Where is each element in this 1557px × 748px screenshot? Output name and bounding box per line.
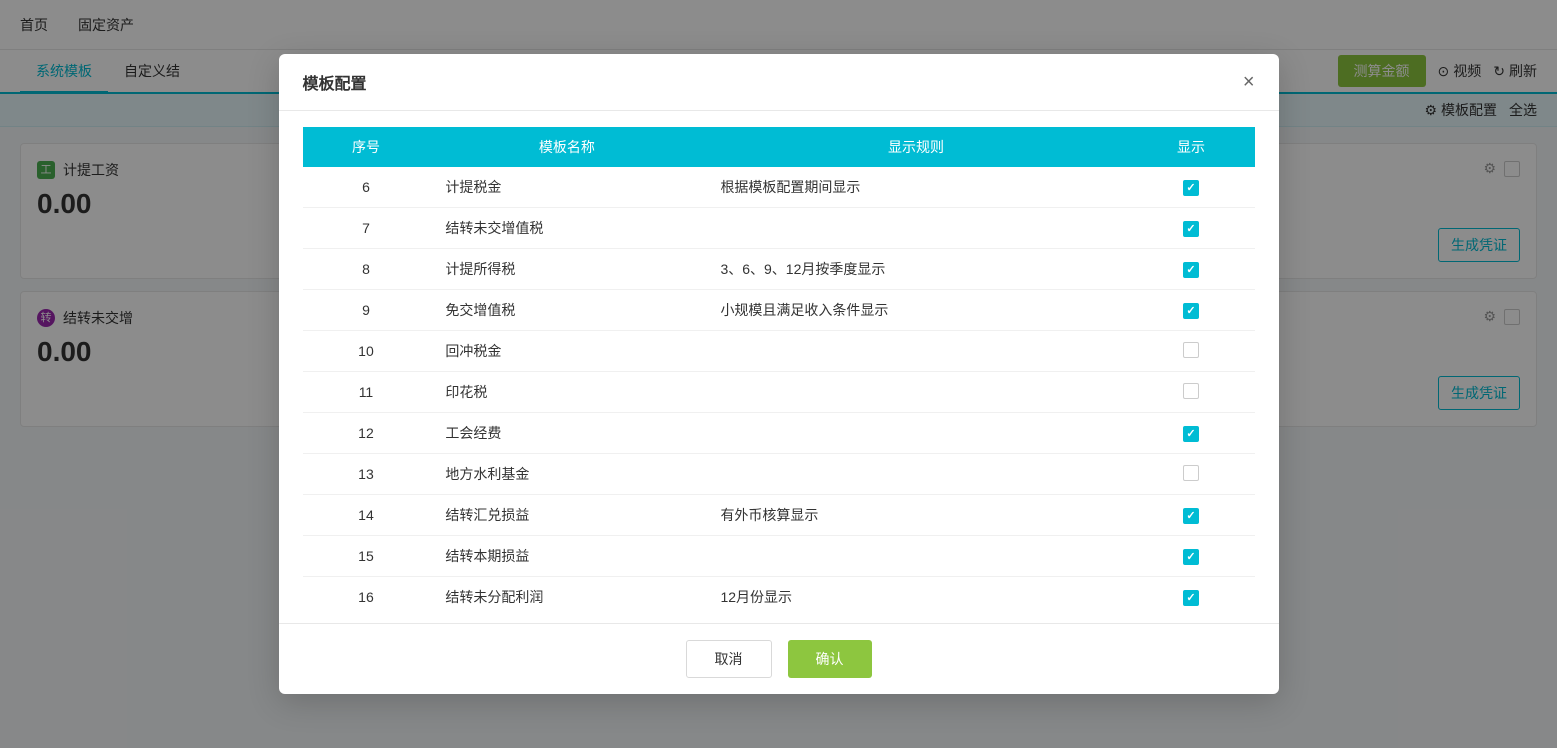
- table-row: 9免交增值税小规模且满足收入条件显示: [303, 290, 1255, 331]
- table-scroll-container[interactable]: 序号 模板名称 显示规则 显示 6计提税金根据模板配置期间显示7结转未交增值税8…: [303, 127, 1255, 607]
- row-rule-7: [704, 208, 1127, 249]
- row-name-7: 结转未交增值税: [429, 208, 704, 249]
- checkbox-checked-8[interactable]: [1183, 262, 1199, 278]
- checkbox-checked-9[interactable]: [1183, 303, 1199, 319]
- row-name-10: 回冲税金: [429, 331, 704, 372]
- row-check-12[interactable]: [1128, 413, 1255, 454]
- checkbox-checked-7[interactable]: [1183, 221, 1199, 237]
- col-header-show: 显示: [1128, 127, 1255, 167]
- row-rule-12: [704, 413, 1127, 454]
- row-check-8[interactable]: [1128, 249, 1255, 290]
- row-name-6: 计提税金: [429, 167, 704, 208]
- row-rule-6: 根据模板配置期间显示: [704, 167, 1127, 208]
- modal-body: 序号 模板名称 显示规则 显示 6计提税金根据模板配置期间显示7结转未交增值税8…: [279, 111, 1279, 623]
- modal-overlay: 模板配置 × 序号 模板名称 显示规则 显示 6计提税金根据模板配置期间显: [0, 0, 1557, 748]
- row-rule-15: [704, 536, 1127, 577]
- row-id-12: 12: [303, 413, 430, 454]
- checkbox-checked-16[interactable]: [1183, 590, 1199, 606]
- row-id-13: 13: [303, 454, 430, 495]
- table-header: 序号 模板名称 显示规则 显示: [303, 127, 1255, 167]
- row-id-14: 14: [303, 495, 430, 536]
- row-check-10[interactable]: [1128, 331, 1255, 372]
- row-rule-11: [704, 372, 1127, 413]
- row-id-8: 8: [303, 249, 430, 290]
- row-check-9[interactable]: [1128, 290, 1255, 331]
- row-name-16: 结转未分配利润: [429, 577, 704, 608]
- row-rule-8: 3、6、9、12月按季度显示: [704, 249, 1127, 290]
- checkbox-unchecked-13[interactable]: [1183, 465, 1199, 481]
- table-body: 6计提税金根据模板配置期间显示7结转未交增值税8计提所得税3、6、9、12月按季…: [303, 167, 1255, 607]
- table-row: 16结转未分配利润12月份显示: [303, 577, 1255, 608]
- row-name-15: 结转本期损益: [429, 536, 704, 577]
- modal-header: 模板配置 ×: [279, 54, 1279, 111]
- row-check-16[interactable]: [1128, 577, 1255, 608]
- table-row: 14结转汇兑损益有外币核算显示: [303, 495, 1255, 536]
- checkbox-checked-15[interactable]: [1183, 549, 1199, 565]
- table-row: 13地方水利基金: [303, 454, 1255, 495]
- template-config-modal: 模板配置 × 序号 模板名称 显示规则 显示 6计提税金根据模板配置期间显: [279, 54, 1279, 694]
- col-header-name: 模板名称: [429, 127, 704, 167]
- row-rule-9: 小规模且满足收入条件显示: [704, 290, 1127, 331]
- modal-close-button[interactable]: ×: [1243, 72, 1255, 92]
- table-row: 10回冲税金: [303, 331, 1255, 372]
- checkbox-unchecked-11[interactable]: [1183, 383, 1199, 399]
- col-header-id: 序号: [303, 127, 430, 167]
- row-name-9: 免交增值税: [429, 290, 704, 331]
- row-id-10: 10: [303, 331, 430, 372]
- row-id-9: 9: [303, 290, 430, 331]
- cancel-button[interactable]: 取消: [686, 640, 772, 678]
- confirm-button[interactable]: 确认: [788, 640, 872, 678]
- row-name-12: 工会经费: [429, 413, 704, 454]
- row-check-6[interactable]: [1128, 167, 1255, 208]
- modal-title: 模板配置: [303, 70, 367, 94]
- row-id-11: 11: [303, 372, 430, 413]
- table-row: 12工会经费: [303, 413, 1255, 454]
- checkbox-checked-6[interactable]: [1183, 180, 1199, 196]
- table-row: 11印花税: [303, 372, 1255, 413]
- row-check-13[interactable]: [1128, 454, 1255, 495]
- row-check-15[interactable]: [1128, 536, 1255, 577]
- row-rule-16: 12月份显示: [704, 577, 1127, 608]
- row-name-13: 地方水利基金: [429, 454, 704, 495]
- row-name-14: 结转汇兑损益: [429, 495, 704, 536]
- row-rule-13: [704, 454, 1127, 495]
- row-check-7[interactable]: [1128, 208, 1255, 249]
- row-name-11: 印花税: [429, 372, 704, 413]
- checkbox-unchecked-10[interactable]: [1183, 342, 1199, 358]
- checkbox-checked-12[interactable]: [1183, 426, 1199, 442]
- table-row: 6计提税金根据模板配置期间显示: [303, 167, 1255, 208]
- modal-footer: 取消 确认: [279, 623, 1279, 694]
- checkbox-checked-14[interactable]: [1183, 508, 1199, 524]
- row-rule-10: [704, 331, 1127, 372]
- row-id-6: 6: [303, 167, 430, 208]
- table-row: 15结转本期损益: [303, 536, 1255, 577]
- row-name-8: 计提所得税: [429, 249, 704, 290]
- row-check-11[interactable]: [1128, 372, 1255, 413]
- row-id-15: 15: [303, 536, 430, 577]
- table-row: 7结转未交增值税: [303, 208, 1255, 249]
- row-id-16: 16: [303, 577, 430, 608]
- col-header-rule: 显示规则: [704, 127, 1127, 167]
- row-check-14[interactable]: [1128, 495, 1255, 536]
- row-id-7: 7: [303, 208, 430, 249]
- config-table: 序号 模板名称 显示规则 显示 6计提税金根据模板配置期间显示7结转未交增值税8…: [303, 127, 1255, 607]
- table-row: 8计提所得税3、6、9、12月按季度显示: [303, 249, 1255, 290]
- row-rule-14: 有外币核算显示: [704, 495, 1127, 536]
